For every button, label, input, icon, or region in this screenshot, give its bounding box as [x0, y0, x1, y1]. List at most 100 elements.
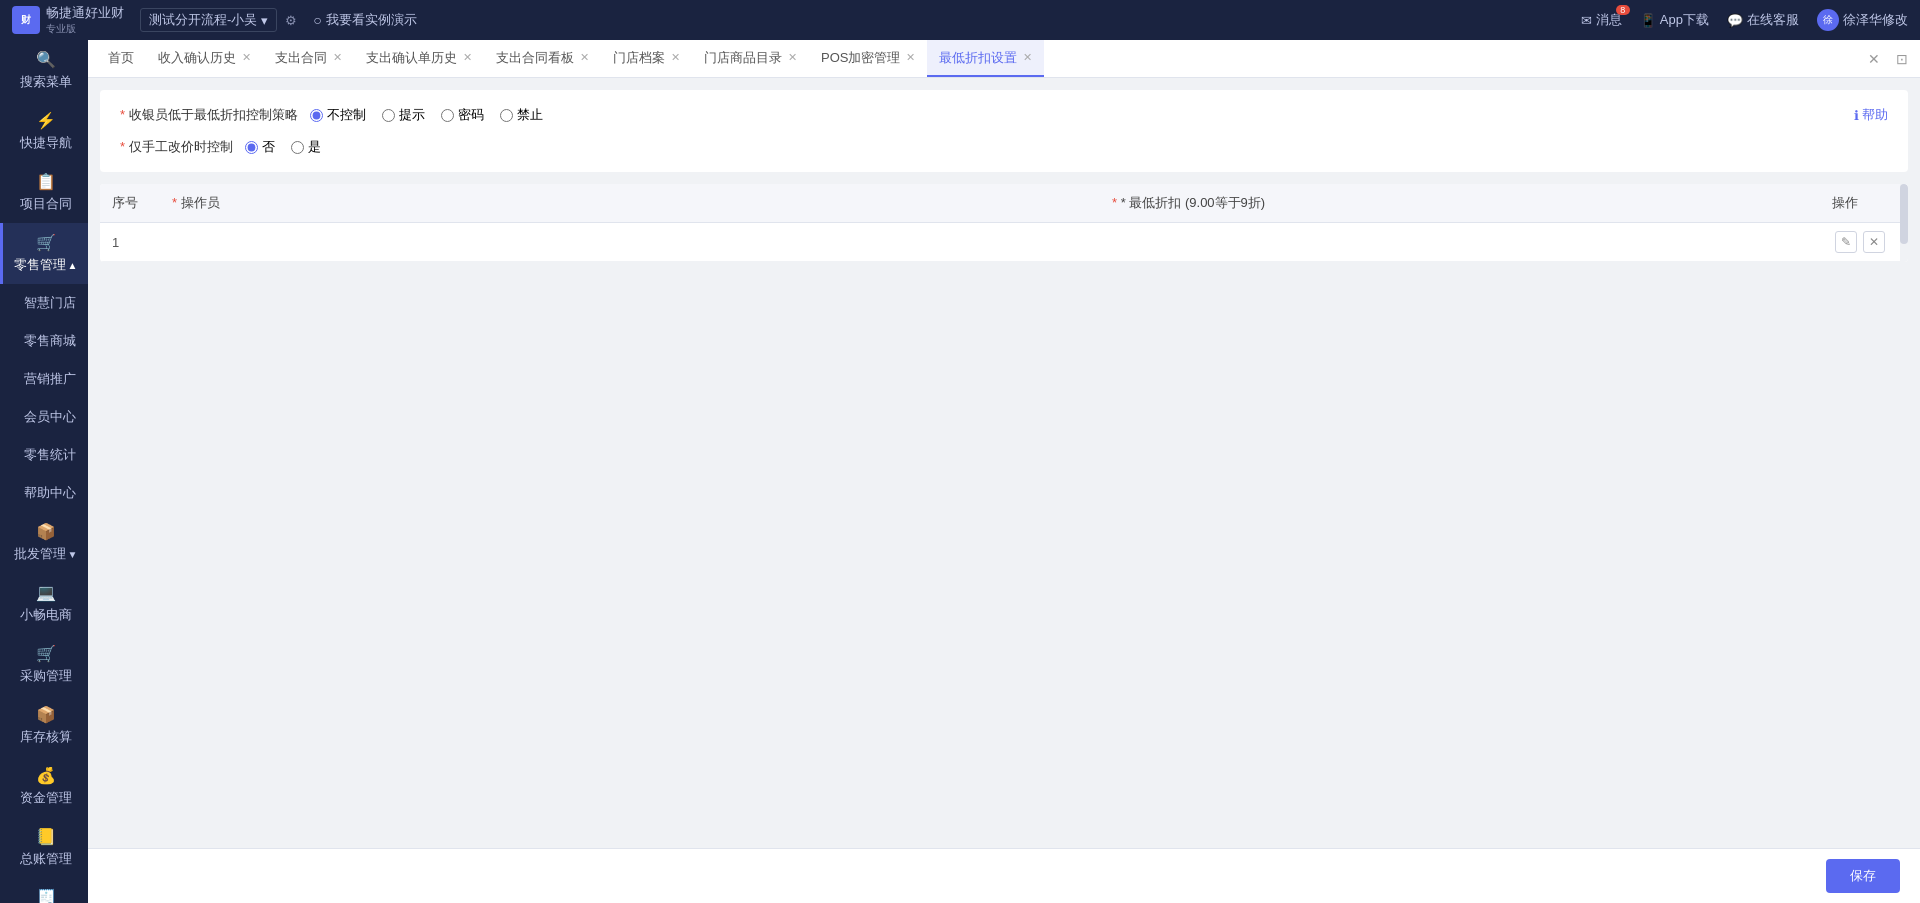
form-row-1: 收银员低于最低折扣控制策略 不控制 提示 密码 [120, 106, 1888, 124]
tab-store-file[interactable]: 门店档案 ✕ [601, 40, 692, 77]
scrollbar-thumb [1900, 184, 1908, 244]
cart-icon: 🛒 [36, 233, 56, 252]
laptop-icon: 💻 [36, 583, 56, 602]
demo-link[interactable]: ○ 我要看实例演示 [313, 11, 416, 29]
radio-password[interactable]: 密码 [441, 106, 484, 124]
close-tab-btn[interactable]: ✕ [1864, 49, 1884, 69]
field1-label: 收银员低于最低折扣控制策略 [120, 106, 298, 124]
sidebar-item-marketing[interactable]: 营销推广 [0, 360, 88, 398]
field1-radio-group: 不控制 提示 密码 禁止 [310, 106, 543, 124]
app-download-btn[interactable]: 📱 App下载 [1640, 11, 1709, 29]
col-header-discount: * * 最低折扣 (9.00等于9折) [1100, 184, 1820, 223]
main-layout: 🔍 搜索菜单 ⚡ 快捷导航 📋 项目合同 🛒 零售管理 ▲ 智慧门店 零售商城 … [0, 40, 1920, 903]
sidebar-item-finance[interactable]: 💰 资金管理 [0, 756, 88, 817]
phone-icon: 📱 [1640, 13, 1656, 28]
search-icon: 🔍 [36, 50, 56, 69]
field2-radio-group: 否 是 [245, 138, 321, 156]
tab-close-expense[interactable]: ✕ [333, 51, 342, 64]
row-delete-btn[interactable]: ✕ [1863, 231, 1885, 253]
radio-yes[interactable]: 是 [291, 138, 321, 156]
chevron-down-icon: ▼ [68, 549, 78, 560]
project-name: 测试分开流程-小吴 [149, 11, 257, 29]
sidebar-item-contract[interactable]: 📋 项目合同 [0, 162, 88, 223]
page-content: 收银员低于最低折扣控制策略 不控制 提示 密码 [88, 78, 1920, 848]
sidebar-item-retail[interactable]: 🛒 零售管理 ▲ [0, 223, 88, 284]
user-menu-btn[interactable]: 徐 徐泽华修改 [1817, 9, 1908, 31]
form-section: 收银员低于最低折扣控制策略 不控制 提示 密码 [100, 90, 1908, 172]
maximize-tab-btn[interactable]: ⊡ [1892, 49, 1912, 69]
sidebar-item-retail-stats[interactable]: 零售统计 [0, 436, 88, 474]
help-link[interactable]: ℹ 帮助 [1854, 106, 1888, 124]
tab-close-income[interactable]: ✕ [242, 51, 251, 64]
logo: 财 畅捷通好业财 专业版 [12, 5, 124, 35]
tab-expense-board[interactable]: 支出合同看板 ✕ [484, 40, 601, 77]
sidebar-item-nav[interactable]: ⚡ 快捷导航 [0, 101, 88, 162]
tab-close-store[interactable]: ✕ [671, 51, 680, 64]
tab-expense-history[interactable]: 支出确认单历史 ✕ [354, 40, 484, 77]
tab-actions: ✕ ⊡ [1864, 49, 1912, 69]
table-scrollbar[interactable] [1900, 184, 1908, 262]
row-seq: 1 [100, 223, 160, 262]
row-actions: ✎ ✕ [1820, 223, 1900, 262]
help-icon: ℹ [1854, 108, 1859, 123]
tab-store-catalog[interactable]: 门店商品目录 ✕ [692, 40, 809, 77]
tab-close-pos[interactable]: ✕ [906, 51, 915, 64]
lightning-icon: ⚡ [36, 111, 56, 130]
tab-close-discount[interactable]: ✕ [1023, 51, 1032, 64]
logo-icon: 财 [12, 6, 40, 34]
sidebar-item-purchase[interactable]: 🛒 采购管理 [0, 634, 88, 695]
settings-icon[interactable]: ⚙ [285, 13, 297, 28]
online-service-btn[interactable]: 💬 在线客服 [1727, 11, 1799, 29]
radio-prompt[interactable]: 提示 [382, 106, 425, 124]
content-area: 首页 收入确认历史 ✕ 支出合同 ✕ 支出确认单历史 ✕ 支出合同看板 ✕ 门店… [88, 40, 1920, 903]
table-row: 1 ✎ ✕ [100, 223, 1900, 262]
field2-label: 仅手工改价时控制 [120, 138, 233, 156]
sidebar-item-mall[interactable]: 零售商城 [0, 322, 88, 360]
chevron-up-icon: ▲ [68, 260, 78, 271]
sidebar-item-smart-store[interactable]: 智慧门店 [0, 284, 88, 322]
box-icon: 📦 [36, 522, 56, 541]
table-section: 序号 * 操作员 * * 最低折扣 (9.00等于9折) [100, 184, 1908, 262]
tab-close-catalog[interactable]: ✕ [788, 51, 797, 64]
sidebar-item-search[interactable]: 🔍 搜索菜单 [0, 40, 88, 101]
messages-btn[interactable]: ✉ 消息 8 [1581, 11, 1622, 29]
sidebar-item-ledger[interactable]: 📒 总账管理 [0, 817, 88, 878]
col-header-operator: * 操作员 [160, 184, 1100, 223]
sidebar-item-inventory[interactable]: 📦 库存核算 [0, 695, 88, 756]
message-icon: ✉ [1581, 13, 1592, 28]
clipboard-icon: 📋 [36, 172, 56, 191]
ledger-icon: 📒 [36, 827, 56, 846]
topbar-right: ✉ 消息 8 📱 App下载 💬 在线客服 徐 徐泽华修改 [1581, 9, 1908, 31]
sidebar-item-help[interactable]: 帮助中心 [0, 474, 88, 512]
money-icon: 💰 [36, 766, 56, 785]
sidebar-item-invoice[interactable]: 🧾 发票管理 [0, 878, 88, 903]
save-button[interactable]: 保存 [1826, 859, 1900, 893]
tab-close-board[interactable]: ✕ [580, 51, 589, 64]
col-header-seq: 序号 [100, 184, 160, 223]
row-operator [160, 223, 1100, 262]
messages-badge: 8 [1616, 5, 1630, 15]
sidebar-item-wholesale[interactable]: 📦 批发管理 ▼ [0, 512, 88, 573]
discount-table: 序号 * 操作员 * * 最低折扣 (9.00等于9折) [100, 184, 1900, 262]
tab-pos[interactable]: POS加密管理 ✕ [809, 40, 927, 77]
col-header-action: 操作 [1820, 184, 1900, 223]
sidebar-item-member[interactable]: 会员中心 [0, 398, 88, 436]
row-discount [1100, 223, 1820, 262]
tabbar: 首页 收入确认历史 ✕ 支出合同 ✕ 支出确认单历史 ✕ 支出合同看板 ✕ 门店… [88, 40, 1920, 78]
tab-close-expense-hist[interactable]: ✕ [463, 51, 472, 64]
radio-forbid[interactable]: 禁止 [500, 106, 543, 124]
sidebar-item-ecommerce[interactable]: 💻 小畅电商 [0, 573, 88, 634]
row-edit-btn[interactable]: ✎ [1835, 231, 1857, 253]
logo-text: 畅捷通好业财 专业版 [46, 5, 124, 35]
radio-no[interactable]: 否 [245, 138, 275, 156]
bottom-bar: 保存 [88, 848, 1920, 903]
invoice-icon: 🧾 [36, 888, 56, 903]
tab-income-history[interactable]: 收入确认历史 ✕ [146, 40, 263, 77]
radio-no-control[interactable]: 不控制 [310, 106, 366, 124]
project-selector[interactable]: 测试分开流程-小吴 ▾ [140, 8, 277, 32]
tab-home[interactable]: 首页 [96, 40, 146, 77]
tab-min-discount[interactable]: 最低折扣设置 ✕ [927, 40, 1044, 77]
tab-expense-contract[interactable]: 支出合同 ✕ [263, 40, 354, 77]
service-icon: 💬 [1727, 13, 1743, 28]
topbar: 财 畅捷通好业财 专业版 测试分开流程-小吴 ▾ ⚙ ○ 我要看实例演示 ✉ 消… [0, 0, 1920, 40]
